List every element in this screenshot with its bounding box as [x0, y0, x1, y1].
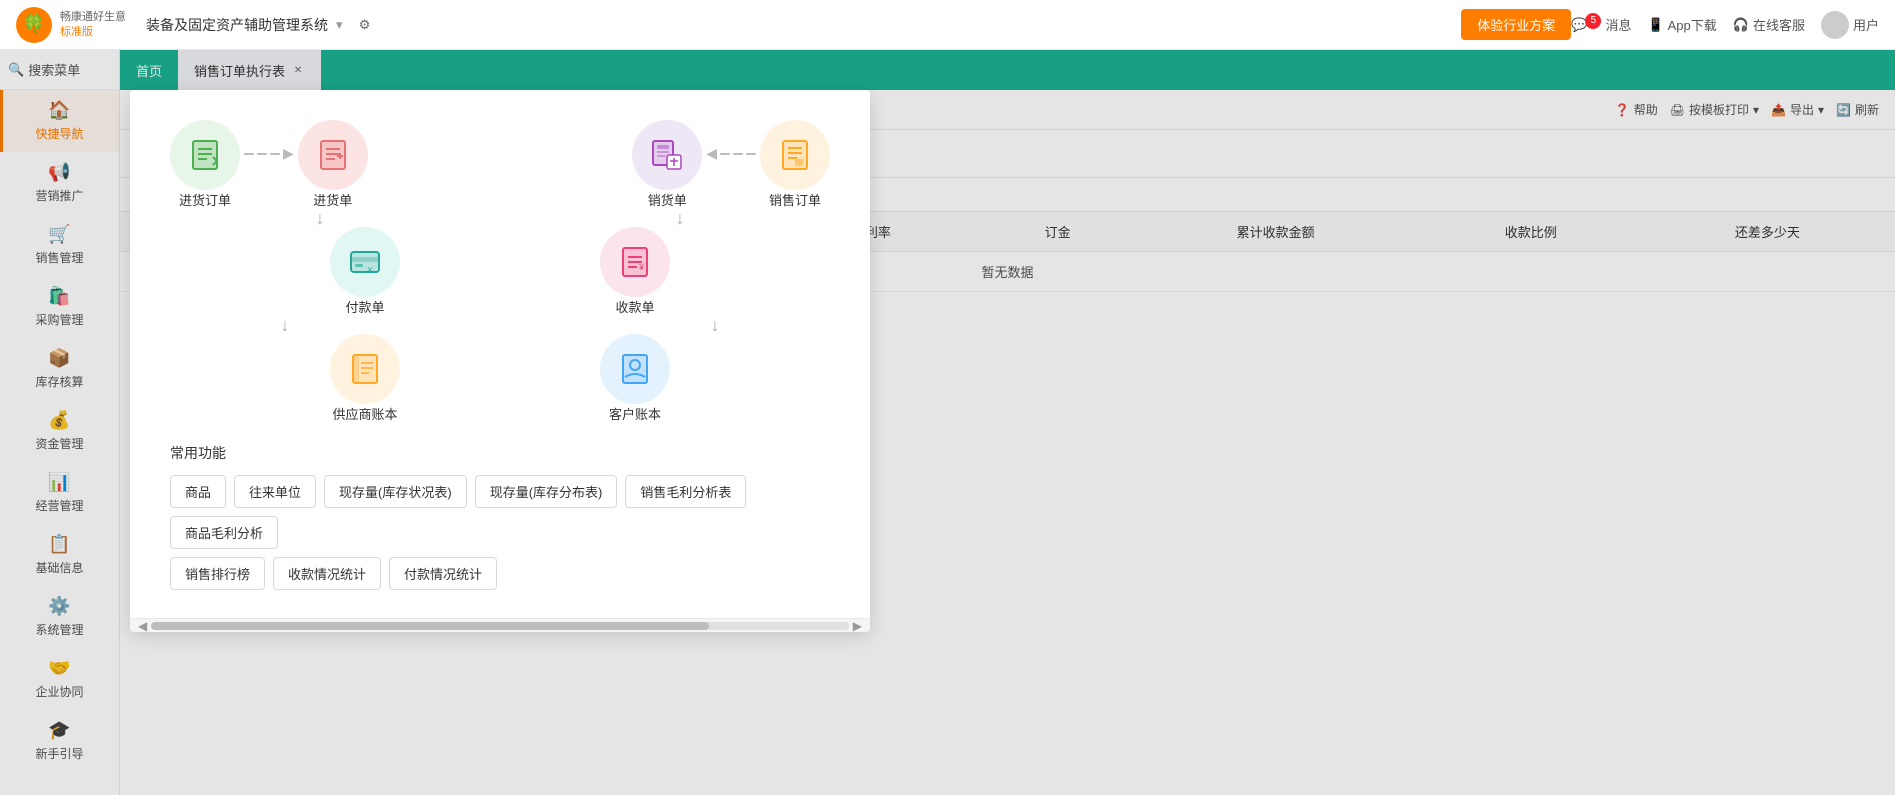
download-icon: 📱 [1647, 17, 1663, 33]
func-btn-partner[interactable]: 往来单位 [234, 475, 316, 508]
user-area[interactable]: 用户 [1821, 11, 1879, 39]
func-btn-sales-gross[interactable]: 销售毛利分析表 [625, 475, 746, 508]
receipt-label: 收款单 [615, 297, 654, 316]
down-arrow-4: ↓ [600, 316, 830, 334]
func-btn-inventory-dist[interactable]: 现存量(库存分布表) [475, 475, 618, 508]
down-arrows-row: ↓ ↓ [170, 209, 830, 227]
supplier-ledger-circle [330, 334, 400, 404]
header-right: 💬 5 消息 📱 App下载 🎧 在线客服 用户 [1571, 11, 1879, 39]
down-arrow-3: ↓ [170, 316, 400, 334]
logo-icon: 🍀 [16, 7, 52, 43]
customer-ledger-label: 客户账本 [609, 404, 661, 423]
headset-icon: 🎧 [1733, 17, 1749, 33]
flow-node-sales-receipt[interactable]: 销货单 [632, 120, 702, 209]
top-header: 🍀 畅康通好生意 标准版 装备及固定资产辅助管理系统 ▾ ⚙ 体验行业方案 💬 … [0, 0, 1895, 50]
scroll-left-btn[interactable]: ◀ [134, 619, 151, 633]
payment-label: 付款单 [345, 297, 384, 316]
svg-text:¥: ¥ [367, 266, 373, 275]
popup-scrollbar: ◀ ▶ [130, 618, 870, 632]
receipt-circle: ¥ [600, 227, 670, 297]
func-btn-purchase-stats[interactable]: 付款情况统计 [389, 557, 497, 590]
app-download-btn[interactable]: 📱 App下载 [1647, 15, 1716, 34]
spacer1 [170, 209, 240, 227]
flow-row-3: 供应商账本 客户账本 [170, 334, 830, 423]
purchase-order-label: 进货订单 [179, 190, 231, 209]
flow-row-2: ¥ 付款单 ¥ 收款单 [170, 227, 830, 316]
dropdown-icon[interactable]: ▾ [336, 17, 343, 33]
settings-icon[interactable]: ⚙ [351, 11, 379, 39]
spacer2 [400, 209, 600, 227]
logo-area: 🍀 畅康通好生意 标准版 [16, 7, 136, 43]
supplier-ledger-label: 供应商账本 [332, 404, 397, 423]
down-arrow-1: ↓ [240, 209, 400, 227]
sales-order-circle [760, 120, 830, 190]
arrow-2: ◀ [706, 145, 756, 184]
func-btn-product[interactable]: 商品 [170, 475, 226, 508]
message-badge: 5 [1585, 13, 1601, 29]
flow-node-purchase-order[interactable]: 进货订单 [170, 120, 240, 209]
flow-node-purchase-receipt[interactable]: 进货单 [298, 120, 368, 209]
down-arrows-row-2: ↓ ↓ [170, 316, 830, 334]
message-btn[interactable]: 💬 5 消息 [1571, 15, 1631, 34]
function-buttons-row-2: 销售排行榜 收款情况统计 付款情况统计 [170, 557, 830, 590]
popup-content: 进货订单 ▶ 进货单 [130, 90, 870, 618]
func-btn-inventory-status[interactable]: 现存量(库存状况表) [324, 475, 467, 508]
common-functions: 常用功能 商品 往来单位 现存量(库存状况表) 现存量(库存分布表) 销售毛利分… [170, 443, 830, 590]
flow-node-payment[interactable]: ¥ 付款单 [330, 227, 400, 316]
experience-btn[interactable]: 体验行业方案 [1461, 9, 1571, 40]
scrollbar-thumb [151, 622, 709, 630]
avatar [1821, 11, 1849, 39]
flow-node-supplier-ledger[interactable]: 供应商账本 [330, 334, 400, 423]
scroll-right-btn[interactable]: ▶ [849, 619, 866, 633]
customer-ledger-circle [600, 334, 670, 404]
flow-node-sales-order[interactable]: 销售订单 [760, 120, 830, 209]
down-arrow-2: ↓ [600, 209, 760, 227]
purchase-receipt-label: 进货单 [313, 190, 352, 209]
payment-circle: ¥ [330, 227, 400, 297]
function-buttons-row-1: 商品 往来单位 现存量(库存状况表) 现存量(库存分布表) 销售毛利分析表 商品… [170, 475, 830, 549]
logo-text: 畅康通好生意 标准版 [60, 10, 126, 39]
sales-order-label: 销售订单 [769, 190, 821, 209]
arrow-1: ▶ [244, 145, 294, 184]
purchase-order-circle [170, 120, 240, 190]
func-btn-sales-rank[interactable]: 销售排行榜 [170, 557, 265, 590]
purchase-receipt-circle [298, 120, 368, 190]
quick-nav-popup: 进货订单 ▶ 进货单 [130, 90, 870, 632]
app-title: 装备及固定资产辅助管理系统 ▾ ⚙ [146, 11, 1461, 39]
spacer3 [760, 209, 830, 227]
common-functions-title: 常用功能 [170, 443, 830, 463]
app-title-text: 装备及固定资产辅助管理系统 [146, 15, 328, 35]
svg-text:¥: ¥ [638, 262, 645, 272]
flow-row-1: 进货订单 ▶ 进货单 [170, 120, 830, 209]
scrollbar-track[interactable] [151, 622, 849, 630]
flow-node-customer-ledger[interactable]: 客户账本 [600, 334, 670, 423]
flow-node-receipt[interactable]: ¥ 收款单 [600, 227, 670, 316]
sales-receipt-circle [632, 120, 702, 190]
func-btn-product-gross[interactable]: 商品毛利分析 [170, 516, 278, 549]
func-btn-payment-stats[interactable]: 收款情况统计 [273, 557, 381, 590]
online-service-btn[interactable]: 🎧 在线客服 [1733, 15, 1805, 34]
sales-receipt-label: 销货单 [648, 190, 687, 209]
